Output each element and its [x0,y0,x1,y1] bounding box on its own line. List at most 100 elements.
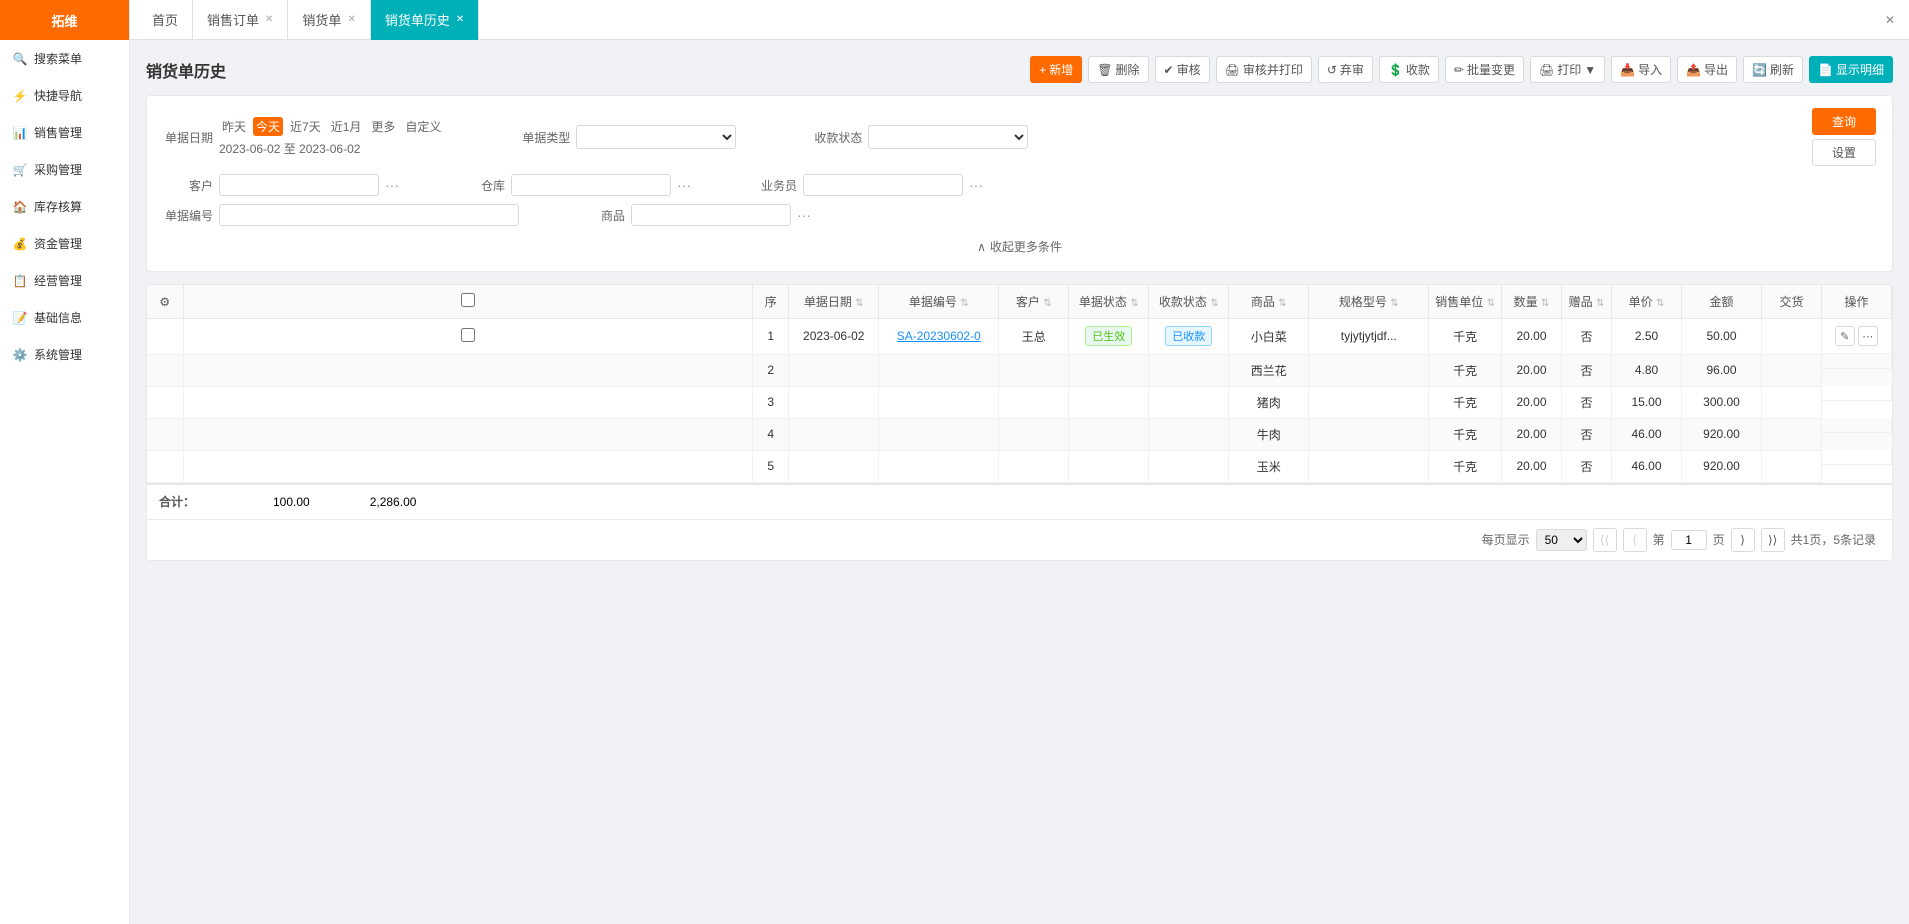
col-doc-status-header[interactable]: 单据状态 ⇅ [1069,285,1149,319]
row-code-cell [879,450,999,482]
sidebar-item-finance[interactable]: 💰 资金管理 [0,225,129,262]
staff-ellipsis[interactable]: ··· [969,177,983,193]
table-row: 2 西兰花 千克 20.00 否 4.80 96.00 [147,354,1892,386]
audit-print-button[interactable]: 🖨 审核并打印 [1216,56,1312,83]
add-button[interactable]: + 新增 [1030,56,1082,83]
tab-sales-order-label: 销售订单 [207,10,259,29]
sidebar-item-label: 搜索菜单 [34,50,82,67]
sidebar-item-sys-mgmt[interactable]: ⚙️ 系统管理 [0,336,129,373]
row-checkbox[interactable] [461,328,475,342]
row-code-cell [879,354,999,386]
col-spec-header[interactable]: 规格型号 ⇅ [1309,285,1429,319]
col-pay-status-header[interactable]: 收款状态 ⇅ [1149,285,1229,319]
collapse-filter-btn[interactable]: ∧ 收起更多条件 [973,234,1066,259]
next-page-btn[interactable]: ⟩ [1731,528,1755,552]
tab-sales-invoice[interactable]: 销货单 ✕ [288,0,370,40]
tab-home[interactable]: 首页 [138,0,193,40]
first-page-btn[interactable]: ⟨⟨ [1593,528,1617,552]
table-container: ⚙ 序 单据日期 ⇅ 单据编号 ⇅ [146,284,1893,561]
more-action-btn[interactable]: ⋯ [1858,326,1878,346]
yesterday-shortcut[interactable]: 昨天 [219,117,249,136]
query-button[interactable]: 查询 [1812,108,1876,135]
sidebar-item-quick-nav[interactable]: ⚡ 快捷导航 [0,77,129,114]
print-button[interactable]: 🖨 打印 ▼ [1530,56,1605,83]
sidebar-item-search-menu[interactable]: 🔍 搜索菜单 [0,40,129,77]
col-date-header[interactable]: 单据日期 ⇅ [789,285,879,319]
client-input[interactable] [219,174,379,196]
row-code-cell: SA-20230602-0 [879,319,999,355]
last-page-btn[interactable]: ⟩⟩ [1761,528,1785,552]
audit-button[interactable]: ✔ 审核 [1155,56,1210,83]
sidebar-item-purchase-mgmt[interactable]: 🛒 采购管理 [0,151,129,188]
today-shortcut[interactable]: 今天 [253,117,283,136]
edit-action-btn[interactable]: ✎ [1835,326,1855,346]
staff-input[interactable] [803,174,963,196]
col-goods-header[interactable]: 商品 ⇅ [1229,285,1309,319]
tab-sales-order-close[interactable]: ✕ [265,14,273,25]
client-col-label: 客户 [1016,295,1040,309]
col-unit-header[interactable]: 销售单位 ⇅ [1429,285,1502,319]
col-code-header[interactable]: 单据编号 ⇅ [879,285,999,319]
delete-button[interactable]: 🗑 删除 [1088,56,1148,83]
row-checkbox-cell [183,319,753,355]
import-button[interactable]: 📥 导入 [1611,56,1671,83]
sidebar-item-operation[interactable]: 📋 经营管理 [0,262,129,299]
goods-input[interactable] [631,204,791,226]
sidebar-item-label: 快捷导航 [34,87,82,104]
sidebar-item-inventory[interactable]: 🏠 库存核算 [0,188,129,225]
abandon-button[interactable]: ↺ 弃审 [1318,56,1373,83]
row-gift-cell: 否 [1562,319,1612,355]
tab-sales-invoice-close[interactable]: ✕ [347,14,355,25]
close-all-tabs-btn[interactable]: ✕ [1879,11,1901,29]
tab-sales-order[interactable]: 销售订单 ✕ [193,0,288,40]
doc-no-input[interactable] [219,204,519,226]
batch-change-button[interactable]: ✏ 批量变更 [1445,56,1524,83]
row-doc-status-cell [1069,386,1149,418]
doc-type-label: 单据类型 [520,129,570,146]
doc-type-select[interactable] [576,125,736,149]
more-shortcut[interactable]: 更多 [368,117,398,136]
row-checkbox-cell [183,418,753,450]
tab-sales-history-close[interactable]: ✕ [456,14,464,25]
settings-button[interactable]: 设置 [1812,139,1876,166]
row-checkbox-cell [183,386,753,418]
prev-page-btn[interactable]: ⟨ [1623,528,1647,552]
filter-doc-no-item: 单据编号 [163,204,519,226]
warehouse-input[interactable] [511,174,671,196]
goods-ellipsis[interactable]: ··· [797,207,811,223]
refresh-button[interactable]: 🔄 刷新 [1743,56,1803,83]
table-row: 1 2023-06-02 SA-20230602-0 王总 已生效 已收款 小白… [147,319,1892,355]
col-checkbox-header [183,285,753,319]
warehouse-ellipsis[interactable]: ··· [677,177,691,193]
collect-button[interactable]: 💲 收款 [1379,56,1439,83]
doc-code-link[interactable]: SA-20230602-0 [897,329,981,343]
row-trade-cell [1762,354,1822,386]
filter-row-1: 单据日期 昨天 今天 近7天 近1月 更多 自定义 2023-06-02 至 2… [163,108,1876,166]
col-price-header[interactable]: 单价 ⇅ [1612,285,1682,319]
sidebar-item-sales-mgmt[interactable]: 📊 销售管理 [0,114,129,151]
row-client-cell [999,386,1069,418]
sidebar-item-basic-info[interactable]: 📝 基础信息 [0,299,129,336]
col-qty-header[interactable]: 数量 ⇅ [1502,285,1562,319]
select-all-checkbox[interactable] [461,293,475,307]
client-ellipsis[interactable]: ··· [385,177,399,193]
settings-gear-icon[interactable]: ⚙ [159,295,170,309]
tab-sales-history[interactable]: 销货单历史 ✕ [371,0,479,40]
show-detail-button[interactable]: 📄 显示明细 [1809,56,1893,83]
row-date-cell [789,354,879,386]
row-trade-cell [1762,386,1822,418]
col-gift-header[interactable]: 赠品 ⇅ [1562,285,1612,319]
filter-panel: 单据日期 昨天 今天 近7天 近1月 更多 自定义 2023-06-02 至 2… [146,95,1893,272]
sidebar-item-label: 系统管理 [34,346,82,363]
row-unit-cell: 千克 [1429,418,1502,450]
row-amount-cell: 50.00 [1682,319,1762,355]
doc-status-col-label: 单据状态 [1079,295,1127,309]
last-month-shortcut[interactable]: 近1月 [328,117,365,136]
export-button[interactable]: 📤 导出 [1677,56,1737,83]
last7-shortcut[interactable]: 近7天 [287,117,324,136]
page-input[interactable] [1671,530,1707,550]
pay-status-select[interactable] [868,125,1028,149]
per-page-select[interactable]: 50 20 100 [1536,529,1587,551]
custom-shortcut[interactable]: 自定义 [402,117,444,136]
col-client-header[interactable]: 客户 ⇅ [999,285,1069,319]
